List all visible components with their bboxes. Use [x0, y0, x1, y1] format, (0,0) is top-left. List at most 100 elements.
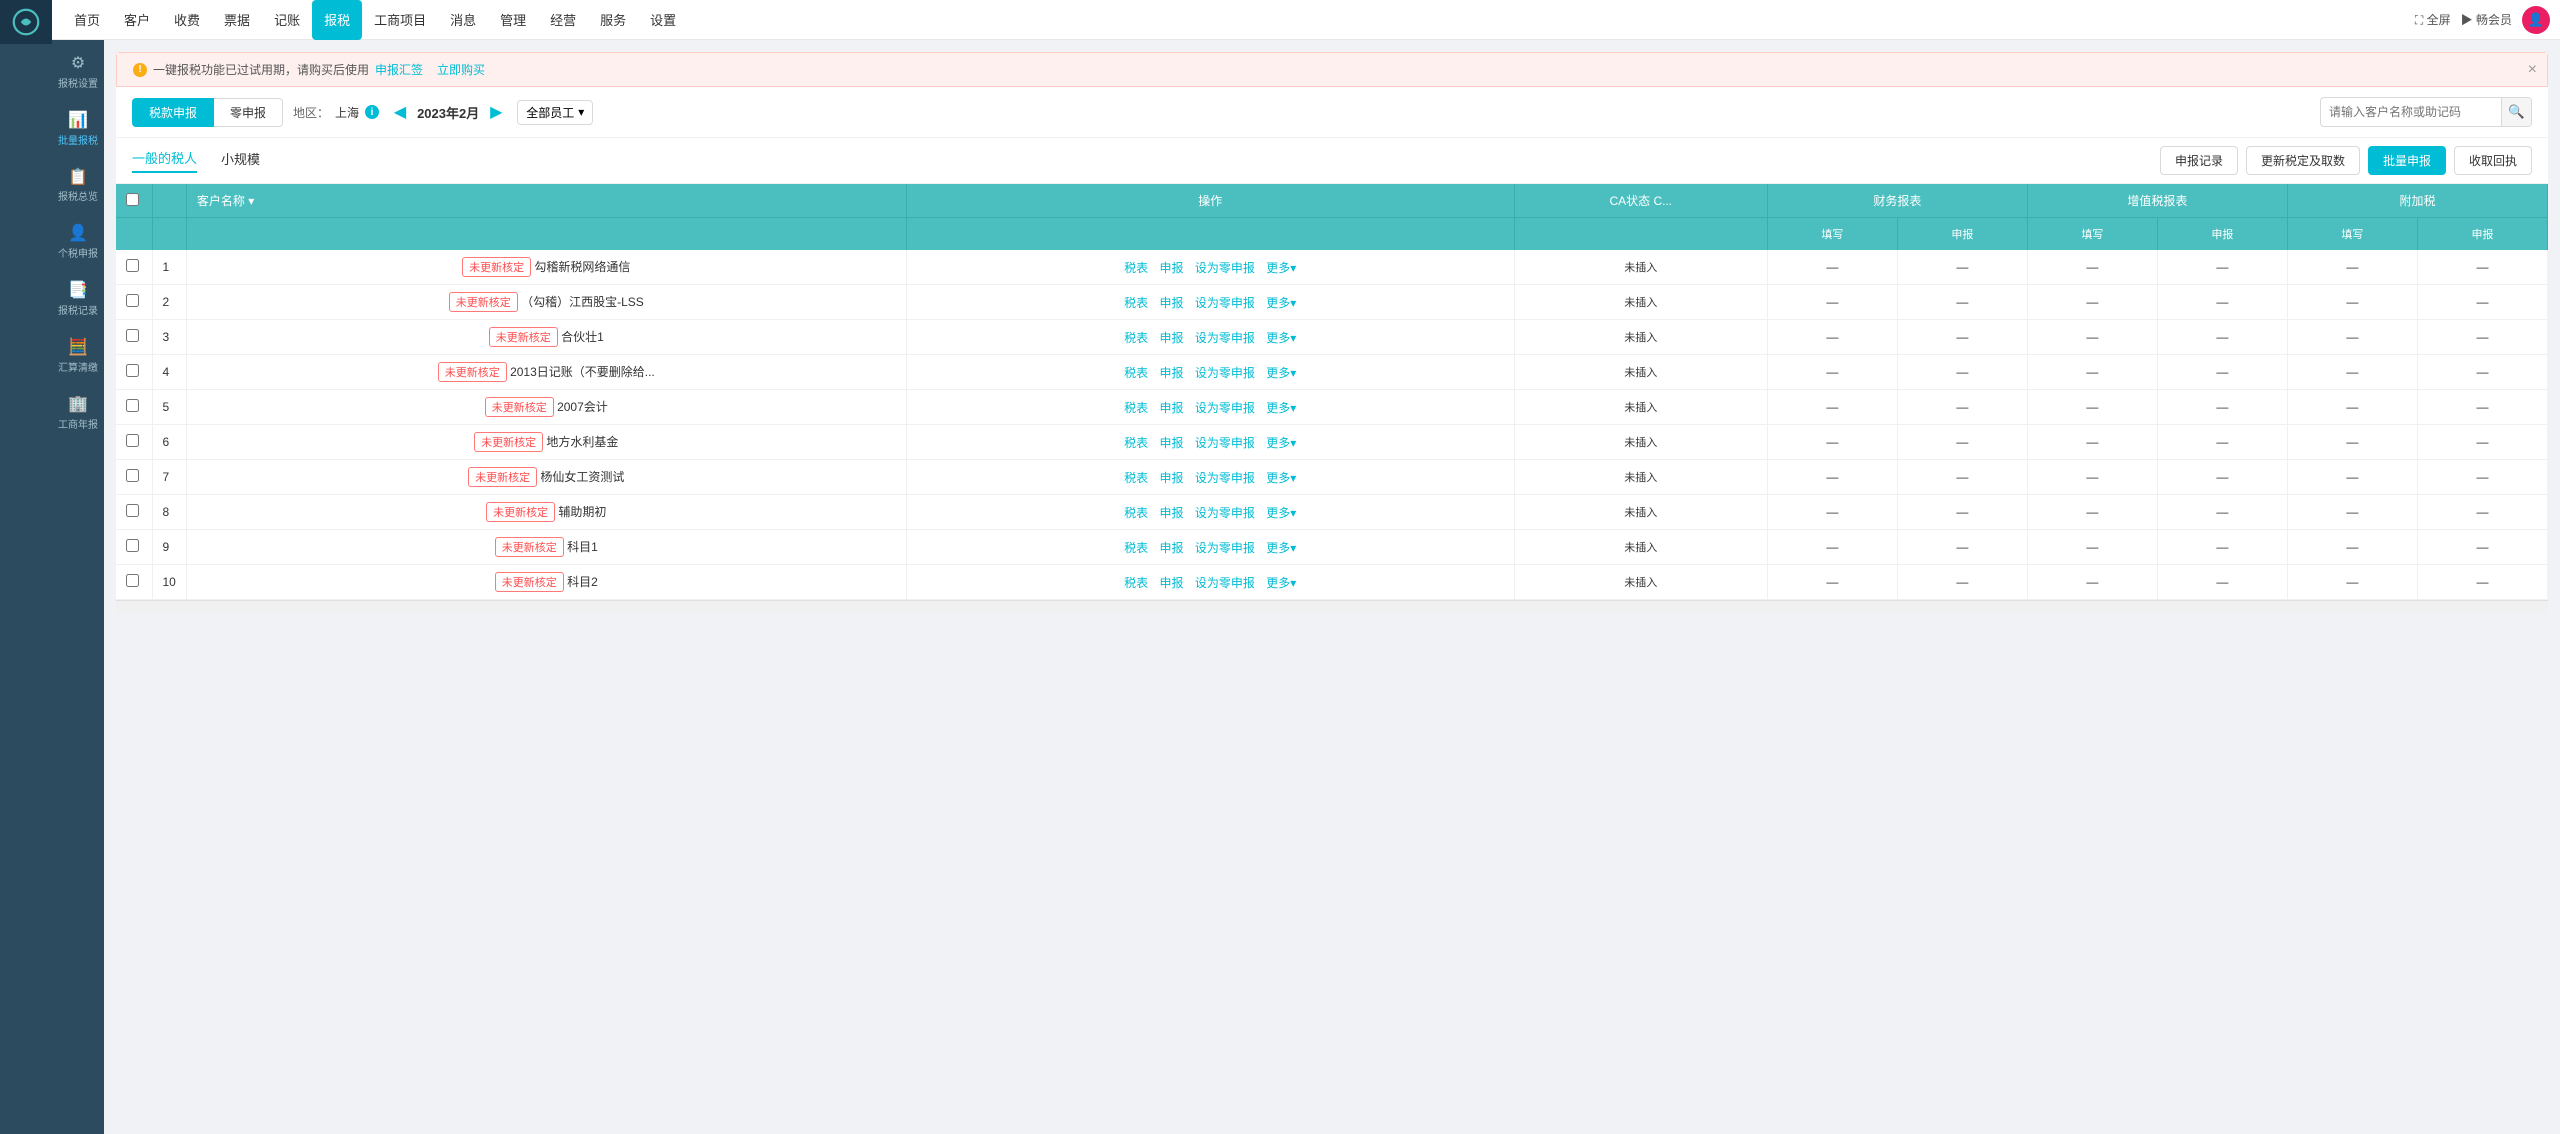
op-more[interactable]: 更多▾ [1266, 436, 1296, 450]
search-input[interactable] [2321, 101, 2501, 123]
nav-home[interactable]: 首页 [62, 0, 112, 40]
op-tax-table[interactable]: 税表 [1124, 366, 1148, 380]
op-more[interactable]: 更多▾ [1266, 261, 1296, 275]
user-avatar[interactable]: 👤 [2522, 6, 2550, 34]
top-nav: 首页 客户 收费 票据 记账 报税 工商项目 消息 管理 经营 服务 设置 ⛶ … [52, 0, 2560, 40]
row-checkbox-0[interactable] [126, 259, 139, 272]
op-zero-declare[interactable]: 设为零申报 [1195, 331, 1255, 345]
row-fin-fill: — [1767, 495, 1897, 530]
op-declare[interactable]: 申报 [1160, 436, 1184, 450]
nav-settings[interactable]: 设置 [638, 0, 688, 40]
op-zero-declare[interactable]: 设为零申报 [1195, 261, 1255, 275]
op-declare[interactable]: 申报 [1160, 506, 1184, 520]
op-more[interactable]: 更多▾ [1266, 331, 1296, 345]
op-zero-declare[interactable]: 设为零申报 [1195, 296, 1255, 310]
op-more[interactable]: 更多▾ [1266, 576, 1296, 590]
nav-message[interactable]: 消息 [438, 0, 488, 40]
nav-manage[interactable]: 管理 [488, 0, 538, 40]
op-zero-declare[interactable]: 设为零申报 [1195, 471, 1255, 485]
op-tax-table[interactable]: 税表 [1124, 331, 1148, 345]
op-tax-table[interactable]: 税表 [1124, 261, 1148, 275]
op-declare[interactable]: 申报 [1160, 261, 1184, 275]
op-more[interactable]: 更多▾ [1266, 541, 1296, 555]
search-button[interactable]: 🔍 [2501, 98, 2531, 126]
op-zero-declare[interactable]: 设为零申报 [1195, 366, 1255, 380]
nav-tax[interactable]: 报税 [312, 0, 362, 40]
op-more[interactable]: 更多▾ [1266, 506, 1296, 520]
nav-accounting[interactable]: 记账 [262, 0, 312, 40]
row-checkbox-9[interactable] [126, 574, 139, 587]
fullscreen-btn[interactable]: ⛶ 全屏 [2415, 11, 2451, 28]
op-declare[interactable]: 申报 [1160, 576, 1184, 590]
op-zero-declare[interactable]: 设为零申报 [1195, 506, 1255, 520]
row-vat-fill: — [2027, 320, 2157, 355]
op-declare[interactable]: 申报 [1160, 541, 1184, 555]
row-checkbox-7[interactable] [126, 504, 139, 517]
update-btn[interactable]: 更新税定及取数 [2246, 146, 2360, 175]
op-declare[interactable]: 申报 [1160, 471, 1184, 485]
op-more[interactable]: 更多▾ [1266, 366, 1296, 380]
op-tax-table[interactable]: 税表 [1124, 401, 1148, 415]
sub-nav-personal-tax[interactable]: 👤 个税申报 [52, 214, 104, 271]
sub-nav-annual-settle[interactable]: 🧮 汇算清缴 [52, 328, 104, 385]
bottom-scroll[interactable] [116, 600, 2548, 612]
tab-zero-declare[interactable]: 零申报 [214, 98, 283, 127]
op-declare[interactable]: 申报 [1160, 401, 1184, 415]
op-zero-declare[interactable]: 设为零申报 [1195, 541, 1255, 555]
op-more[interactable]: 更多▾ [1266, 471, 1296, 485]
row-customer: 未更新核定 勾稽新税网络通信 [186, 250, 906, 285]
row-fin-dec: — [1897, 460, 2027, 495]
collect-btn[interactable]: 收取回执 [2454, 146, 2532, 175]
employee-filter[interactable]: 全部员工 ▾ [517, 100, 593, 125]
top-nav-right: ⛶ 全屏 ▶ 畅会员 👤 [2415, 6, 2550, 34]
sub-nav-batch-tax[interactable]: 📊 批量报税 [52, 101, 104, 158]
op-declare[interactable]: 申报 [1160, 296, 1184, 310]
op-tax-table[interactable]: 税表 [1124, 471, 1148, 485]
op-more[interactable]: 更多▾ [1266, 401, 1296, 415]
tax-tab-general[interactable]: 一般的税人 [132, 148, 197, 173]
sub-nav-tax-overview[interactable]: 📋 报税总览 [52, 158, 104, 215]
row-checkbox-2[interactable] [126, 329, 139, 342]
op-tax-table[interactable]: 税表 [1124, 296, 1148, 310]
sub-nav-annual-report[interactable]: 🏢 工商年报 [52, 385, 104, 442]
alert-link-record[interactable]: 申报汇签 [375, 61, 423, 78]
op-more[interactable]: 更多▾ [1266, 296, 1296, 310]
nav-service[interactable]: 服务 [588, 0, 638, 40]
row-checkbox-8[interactable] [126, 539, 139, 552]
batch-declare-btn[interactable]: 批量申报 [2368, 146, 2446, 175]
nav-business[interactable]: 工商项目 [362, 0, 438, 40]
select-all-checkbox[interactable] [126, 193, 139, 206]
nav-customer[interactable]: 客户 [112, 0, 162, 40]
row-checkbox-5[interactable] [126, 434, 139, 447]
record-btn[interactable]: 申报记录 [2160, 146, 2238, 175]
op-tax-table[interactable]: 税表 [1124, 436, 1148, 450]
row-vat-fill: — [2027, 425, 2157, 460]
op-zero-declare[interactable]: 设为零申报 [1195, 576, 1255, 590]
tax-tab-small[interactable]: 小规模 [221, 149, 260, 172]
op-zero-declare[interactable]: 设为零申报 [1195, 401, 1255, 415]
alert-close-btn[interactable]: × [2528, 61, 2537, 79]
row-ca: 未插入 [1514, 320, 1767, 355]
row-checkbox-1[interactable] [126, 294, 139, 307]
op-tax-table[interactable]: 税表 [1124, 541, 1148, 555]
row-checkbox-4[interactable] [126, 399, 139, 412]
nav-invoice[interactable]: 票据 [212, 0, 262, 40]
date-next-btn[interactable]: ▶ [485, 101, 507, 123]
row-checkbox-3[interactable] [126, 364, 139, 377]
op-declare[interactable]: 申报 [1160, 331, 1184, 345]
op-tax-table[interactable]: 税表 [1124, 506, 1148, 520]
table-row: 8 未更新核定 辅助期初 税表 申报 设为零申报 更多▾ 未插入 — — — —… [116, 495, 2548, 530]
nav-billing[interactable]: 收费 [162, 0, 212, 40]
nav-operation[interactable]: 经营 [538, 0, 588, 40]
row-fin-dec: — [1897, 495, 2027, 530]
sub-nav-tax-record[interactable]: 📑 报税记录 [52, 271, 104, 328]
row-checkbox-6[interactable] [126, 469, 139, 482]
alert-link-buy[interactable]: 立即购买 [437, 61, 485, 78]
sub-nav-tax-settings[interactable]: ⚙ 报税设置 [52, 44, 104, 101]
op-declare[interactable]: 申报 [1160, 366, 1184, 380]
member-btn[interactable]: ▶ 畅会员 [2461, 11, 2512, 28]
tab-tax-declare[interactable]: 税款申报 [132, 98, 214, 127]
op-tax-table[interactable]: 税表 [1124, 576, 1148, 590]
date-prev-btn[interactable]: ◀ [389, 101, 411, 123]
op-zero-declare[interactable]: 设为零申报 [1195, 436, 1255, 450]
